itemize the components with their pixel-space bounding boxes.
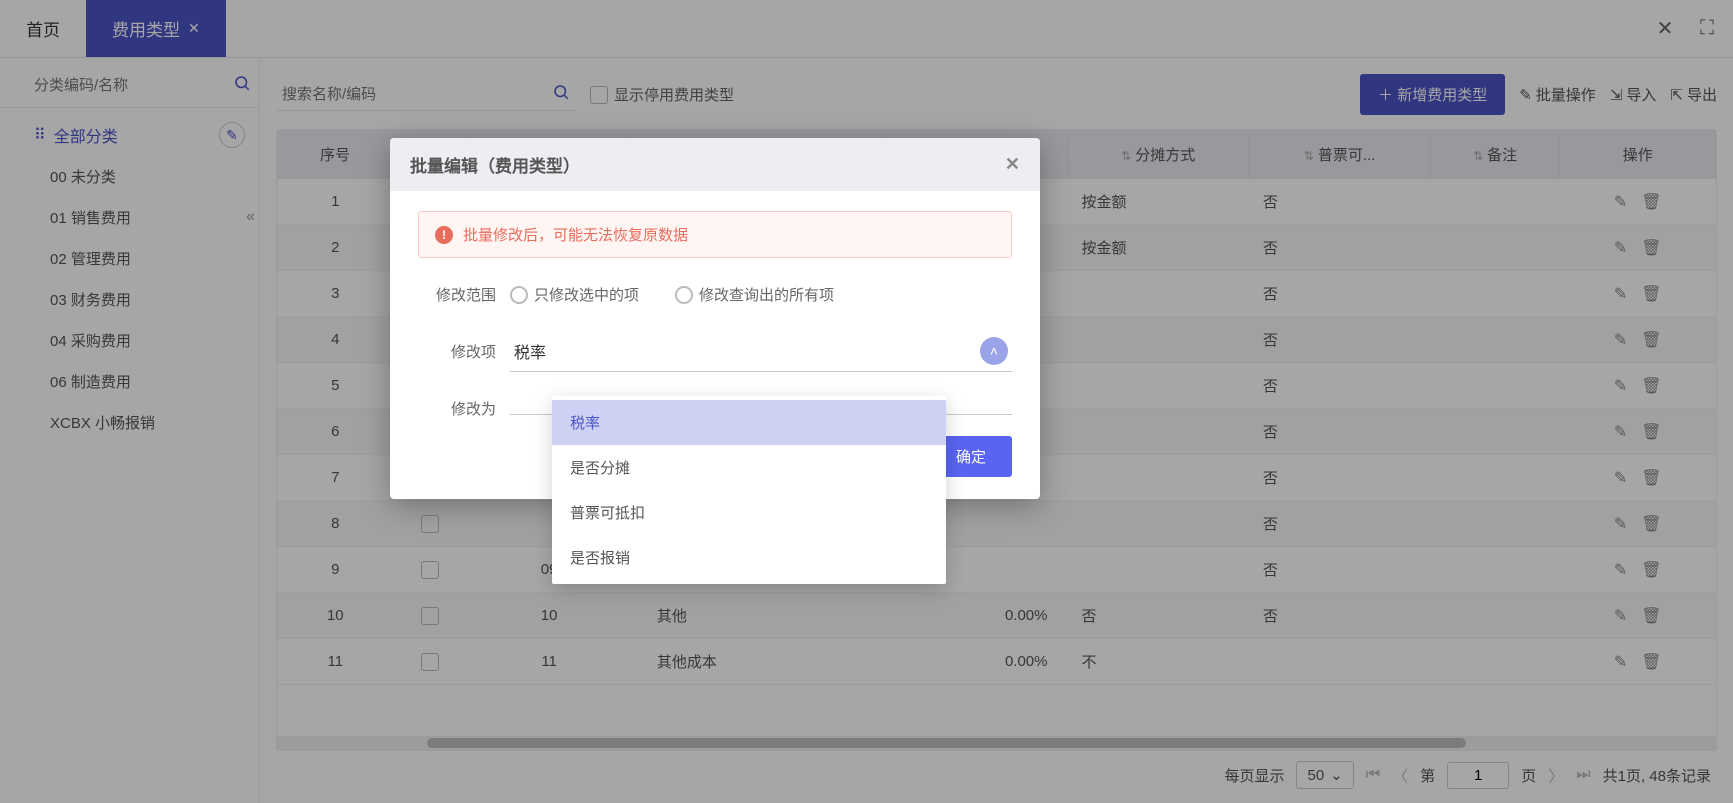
scope-selected-radio[interactable]: 只修改选中的项 — [510, 284, 639, 305]
warning-alert: ! 批量修改后，可能无法恢复原数据 — [418, 211, 1012, 258]
modal-close-button[interactable]: ✕ — [1005, 154, 1020, 175]
scope-label: 修改范围 — [418, 284, 510, 305]
dropdown-option[interactable]: 是否分摊 — [552, 445, 946, 490]
field-dropdown: 税率是否分摊普票可抵扣是否报销 — [552, 396, 946, 584]
chevron-up-icon: ˄ — [980, 337, 1008, 365]
field-label: 修改项 — [418, 341, 510, 362]
scope-all-radio[interactable]: 修改查询出的所有项 — [675, 284, 834, 305]
dropdown-option[interactable]: 是否报销 — [552, 535, 946, 580]
warning-icon: ! — [435, 226, 453, 244]
modal-title: 批量编辑（费用类型） — [410, 152, 580, 177]
dropdown-option[interactable]: 普票可抵扣 — [552, 490, 946, 535]
field-select[interactable]: 税率 ˄ — [510, 331, 1012, 372]
value-label: 修改为 — [418, 398, 510, 419]
dropdown-option[interactable]: 税率 — [552, 400, 946, 445]
